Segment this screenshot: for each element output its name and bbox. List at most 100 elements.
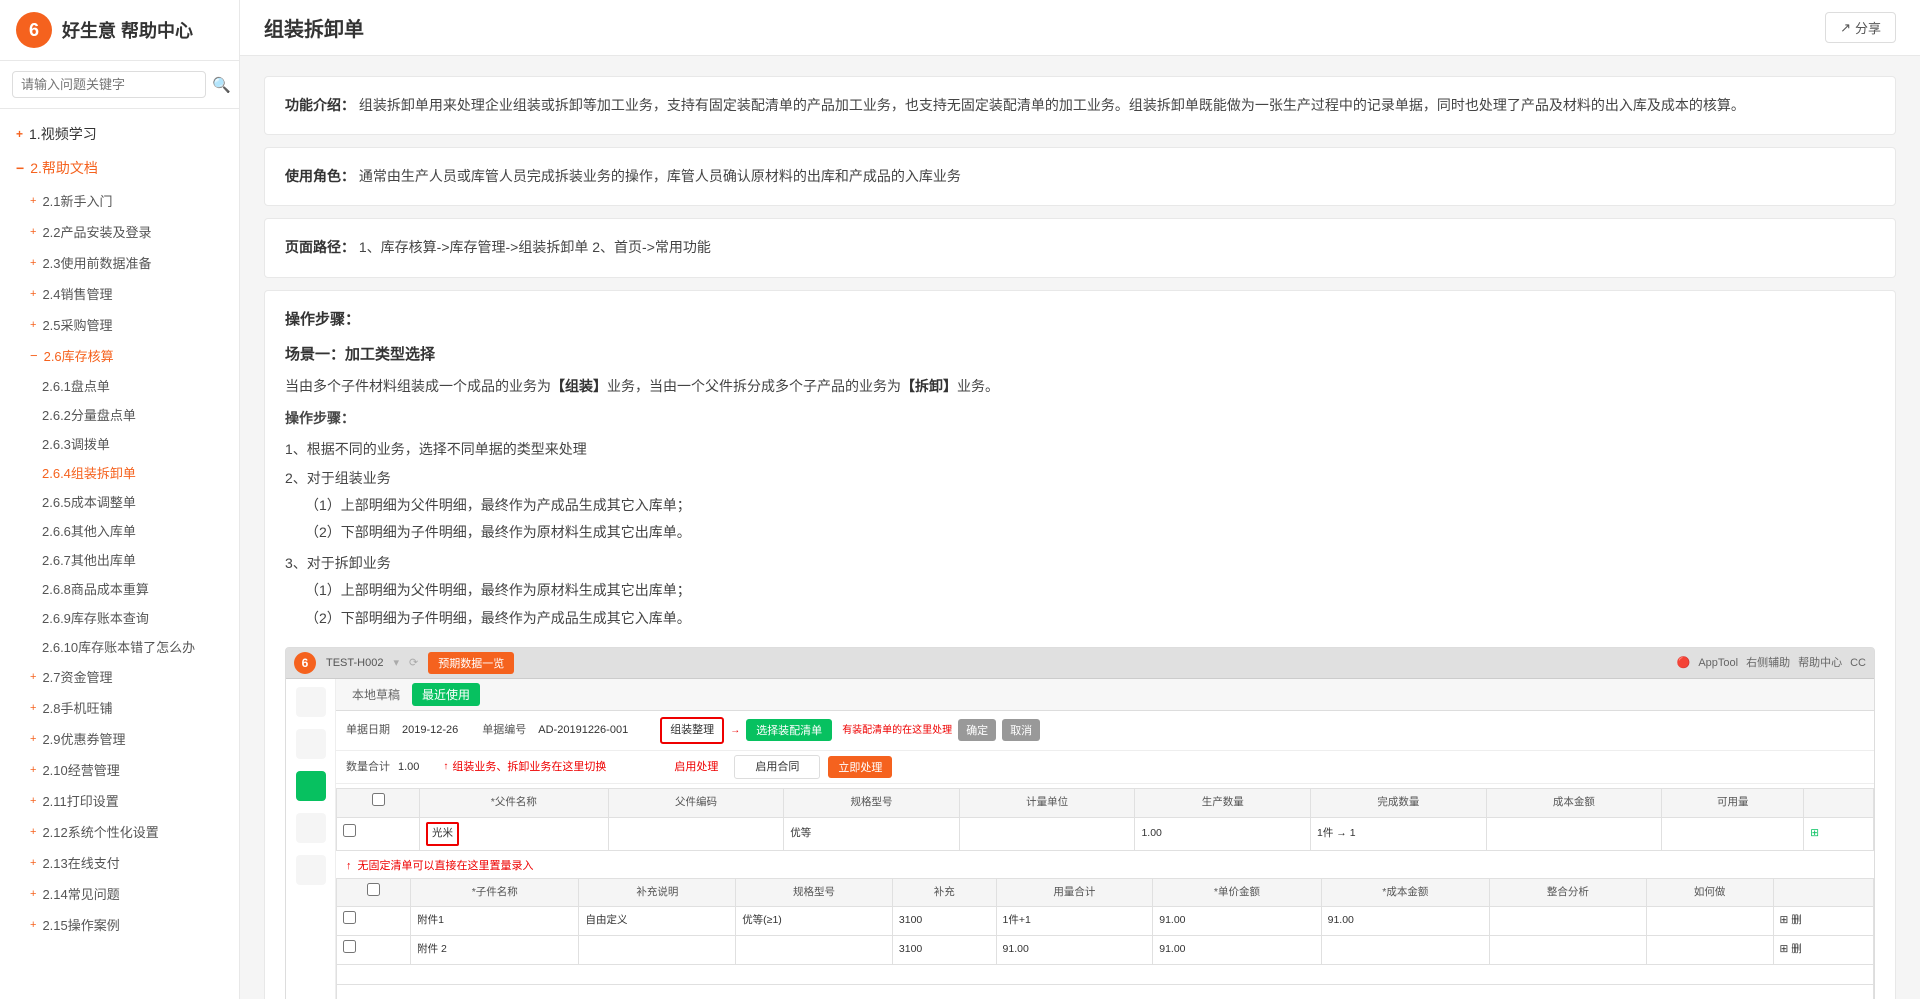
- expand-icon: +: [30, 826, 36, 838]
- share-icon: ↗: [1840, 20, 1851, 36]
- col-avail: 可用量: [1662, 789, 1804, 818]
- sidebar-item-stocktake[interactable]: 2.6.1盘点单: [0, 371, 239, 400]
- sidebar-item-docs[interactable]: − 2.帮助文档: [0, 151, 239, 185]
- sidebar-item-stockledger[interactable]: 2.6.9库存账本查询: [0, 603, 239, 632]
- app-help-label: 帮助中心: [1798, 654, 1842, 673]
- app-select-btn[interactable]: 选择装配清单: [746, 719, 832, 741]
- role-block: 使用角色： 通常由生产人员或库管人员完成拆装业务的操作，库管人员确认原材料的出库…: [264, 147, 1896, 206]
- app-nav-icon2: [296, 729, 326, 759]
- sidebar-item-stockerror[interactable]: 2.6.10库存账本错了怎么办: [0, 632, 239, 661]
- logo-icon: 6: [16, 12, 52, 48]
- step2b-text: （2）下部明细为子件明细，最终作为原材料生成其它出库单。: [285, 520, 1875, 545]
- row-ops[interactable]: ⊞ 删: [1780, 914, 1802, 926]
- search-button[interactable]: 🔍: [212, 76, 231, 94]
- sidebar-item-sales[interactable]: + 2.4销售管理: [0, 278, 239, 309]
- form-label-date: 单据日期: [346, 721, 390, 740]
- col-unit-price: *单价金额: [1153, 878, 1321, 907]
- cell-cost: [1486, 818, 1662, 851]
- cell-avail: [1662, 818, 1804, 851]
- step2-text: 2、对于组装业务: [285, 466, 1875, 491]
- select-all-upper[interactable]: [372, 793, 385, 806]
- sidebar-item-cases[interactable]: + 2.15操作案例: [0, 909, 239, 940]
- table-row: [337, 985, 1874, 999]
- screenshot-container: 6 TEST-H002 ▾ ⟳ 预期数据一览 🔴 AppTool 右侧辅助 帮助…: [285, 647, 1875, 999]
- cell-unit: [959, 818, 1135, 851]
- sidebar-item-print[interactable]: + 2.11打印设置: [0, 785, 239, 816]
- col-actions-upper: [1804, 789, 1874, 818]
- operations-block: 操作步骤： 场景一：加工类型选择 当由多个子件材料组装成一个成品的业务为【组装】…: [264, 290, 1896, 999]
- search-input[interactable]: [12, 71, 206, 98]
- cell-parent-name: 光米: [420, 818, 609, 851]
- upper-table-area: *父件名称 父件编码 规格型号 计量单位 生产数量 完成数量 成本金额 可用量: [336, 784, 1874, 855]
- sidebar-item-transfer[interactable]: 2.6.3调拨单: [0, 429, 239, 458]
- sidebar-item-purchase[interactable]: + 2.5采购管理: [0, 309, 239, 340]
- expand-icon: +: [30, 195, 36, 207]
- annotation3-text: 启用处理: [674, 758, 718, 777]
- expand-icon: +: [30, 702, 36, 714]
- col-actions-lower: [1773, 878, 1873, 907]
- select-all-lower[interactable]: [367, 883, 380, 896]
- sidebar-item-finance[interactable]: + 2.7资金管理: [0, 661, 239, 692]
- tab-recent[interactable]: 最近使用: [412, 683, 480, 706]
- expand-icon: +: [30, 919, 36, 931]
- col-prod-qty: 生产数量: [1135, 789, 1311, 818]
- app-nav-icon1: [296, 687, 326, 717]
- row-ops2[interactable]: ⊞ 删: [1780, 943, 1802, 955]
- sidebar-item-video[interactable]: + 1.视频学习: [0, 117, 239, 151]
- sidebar-item-costrecalc[interactable]: 2.6.8商品成本重算: [0, 574, 239, 603]
- function-intro-text: 组装拆卸单用来处理企业组装或拆卸等加工业务，支持有固定装配清单的产品加工业务，也…: [359, 97, 1745, 113]
- row-check-lower[interactable]: [343, 911, 356, 924]
- role-label: 使用角色：: [285, 168, 355, 184]
- lower-table-area: *子件名称 补充说明 规格型号 补充 用量合计 *单价金额 *成本金额 整合分析: [336, 878, 1874, 999]
- annotation-area1: 组装整理 → 选择装配清单 有装配清单的在这里处理 确定 取消: [660, 717, 1040, 744]
- app-nav-icon3: [296, 771, 326, 801]
- sidebar-item-dataprep[interactable]: + 2.3使用前数据准备: [0, 247, 239, 278]
- logo-area: 6 好生意 帮助中心: [0, 0, 239, 61]
- annotation4-text: 无固定清单可以直接在这里置量录入: [358, 857, 534, 876]
- annotation-area2: ↑ 组装业务、拆卸业务在这里切换: [443, 758, 606, 777]
- app-preview-btn[interactable]: 预期数据一览: [428, 652, 514, 674]
- page-header: 组装拆卸单 ↗ 分享: [240, 0, 1920, 56]
- path-label: 页面路径：: [285, 239, 355, 255]
- app-form-main: 本地草稿 最近使用 单据日期 2019-12-26 单据编号 AD-201912…: [336, 679, 1874, 999]
- app-refresh-icon: ⟳: [409, 654, 418, 673]
- collapse-icon: −: [16, 160, 24, 176]
- sidebar-item-fraction[interactable]: 2.6.2分量盘点单: [0, 400, 239, 429]
- sidebar-item-faq[interactable]: + 2.14常见问题: [0, 878, 239, 909]
- row-check-lower2[interactable]: [343, 940, 356, 953]
- ops-label: 操作步骤：: [285, 311, 360, 328]
- app-confirm-btn[interactable]: 确定: [958, 719, 996, 741]
- assembly-type-box: 组装整理: [660, 717, 724, 744]
- app-dropdown-icon: ▾: [393, 654, 399, 673]
- sidebar-item-costadjust[interactable]: 2.6.5成本调整单: [0, 487, 239, 516]
- sidebar-item-install[interactable]: + 2.2产品安装及登录: [0, 216, 239, 247]
- sidebar-item-assembly[interactable]: 2.6.4组装拆卸单: [0, 458, 239, 487]
- sidebar-item-payment[interactable]: + 2.13在线支付: [0, 847, 239, 878]
- row-action-icon[interactable]: ⊞: [1810, 827, 1819, 839]
- app-save-btn[interactable]: 立即处理: [828, 756, 892, 778]
- nav-section-docs: − 2.帮助文档 + 2.1新手入门 + 2.2产品安装及登录 + 2.3使用前…: [0, 151, 239, 940]
- row-check[interactable]: [343, 824, 356, 837]
- sidebar-item-mobile[interactable]: + 2.8手机旺铺: [0, 692, 239, 723]
- sidebar-item-otheroutbound[interactable]: 2.6.7其他出库单: [0, 545, 239, 574]
- app-qty-row: 数量合计 1.00 ↑ 组装业务、拆卸业务在这里切换 启用处理: [336, 751, 1874, 785]
- sidebar-item-settings[interactable]: + 2.12系统个性化设置: [0, 816, 239, 847]
- ops-steps-label: 操作步骤：: [285, 410, 355, 426]
- logo-text: 好生意 帮助中心: [62, 17, 193, 43]
- form-value-qty: 1.00: [398, 758, 419, 777]
- sidebar-item-otherinbound[interactable]: 2.6.6其他入库单: [0, 516, 239, 545]
- share-button[interactable]: ↗ 分享: [1825, 12, 1896, 43]
- app-tabs-row: 本地草稿 最近使用: [336, 679, 1874, 711]
- app-cancel-btn[interactable]: 取消: [1002, 719, 1040, 741]
- sidebar-item-coupon[interactable]: + 2.9优惠券管理: [0, 723, 239, 754]
- sidebar-item-inventory[interactable]: − 2.6库存核算: [0, 340, 239, 371]
- sidebar: 6 好生意 帮助中心 🔍 + 1.视频学习 − 2.帮助文档 + 2.1新手入门: [0, 0, 240, 999]
- role-text: 通常由生产人员或库管人员完成拆装业务的操作，库管人员确认原材料的出库和产成品的入…: [359, 168, 961, 184]
- sidebar-item-operations[interactable]: + 2.10经营管理: [0, 754, 239, 785]
- step2a-text: （1）上部明细为父件明细，最终作为产成品生成其它入库单；: [285, 493, 1875, 518]
- tab-draft[interactable]: 本地草稿: [344, 683, 408, 706]
- path-text: 1、库存核算->库存管理->组装拆卸单 2、首页->常用功能: [359, 239, 711, 255]
- sidebar-item-newuser[interactable]: + 2.1新手入门: [0, 185, 239, 216]
- expand-icon: +: [30, 764, 36, 776]
- form-label-order: 单据编号: [482, 721, 526, 740]
